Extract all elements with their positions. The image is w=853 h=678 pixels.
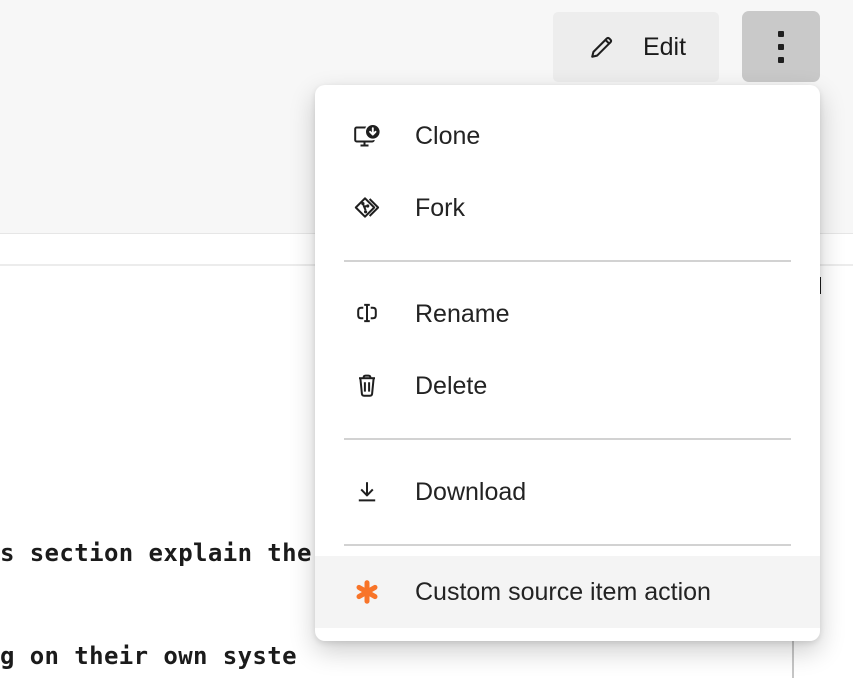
code-line: s section explain the: [0, 539, 312, 567]
menu-item-label: Rename: [415, 300, 510, 329]
menu-divider: [344, 260, 791, 262]
code-line: g on their own syste: [0, 642, 297, 670]
more-vertical-icon: [778, 31, 784, 63]
menu-item-delete[interactable]: Delete: [315, 350, 820, 422]
screen: s section explain the g on their own sys…: [0, 0, 853, 678]
rename-icon: [352, 299, 382, 329]
menu-item-label: Fork: [415, 194, 465, 223]
menu-divider: [344, 438, 791, 440]
menu-item-label: Download: [415, 478, 526, 507]
asterisk-icon: [352, 577, 382, 607]
more-options-button[interactable]: [742, 11, 820, 82]
fork-icon: [352, 193, 382, 223]
panel-divider-line: [792, 641, 794, 678]
menu-divider: [344, 544, 791, 546]
menu-item-custom-source-item-action[interactable]: Custom source item action: [315, 556, 820, 628]
clone-icon: [352, 121, 382, 151]
menu-item-label: Clone: [415, 122, 480, 151]
download-icon: [352, 477, 382, 507]
menu-item-fork[interactable]: Fork: [315, 172, 820, 244]
menu-item-label: Custom source item action: [415, 578, 711, 607]
menu-item-rename[interactable]: Rename: [315, 278, 820, 350]
menu-item-clone[interactable]: Clone: [315, 100, 820, 172]
trash-icon: [352, 371, 382, 401]
pencil-icon: [586, 32, 617, 63]
edit-button[interactable]: Edit: [553, 12, 719, 82]
menu-item-download[interactable]: Download: [315, 456, 820, 528]
menu-item-label: Delete: [415, 372, 487, 401]
context-menu: Clone Fork: [315, 85, 820, 641]
edit-button-label: Edit: [643, 33, 686, 62]
